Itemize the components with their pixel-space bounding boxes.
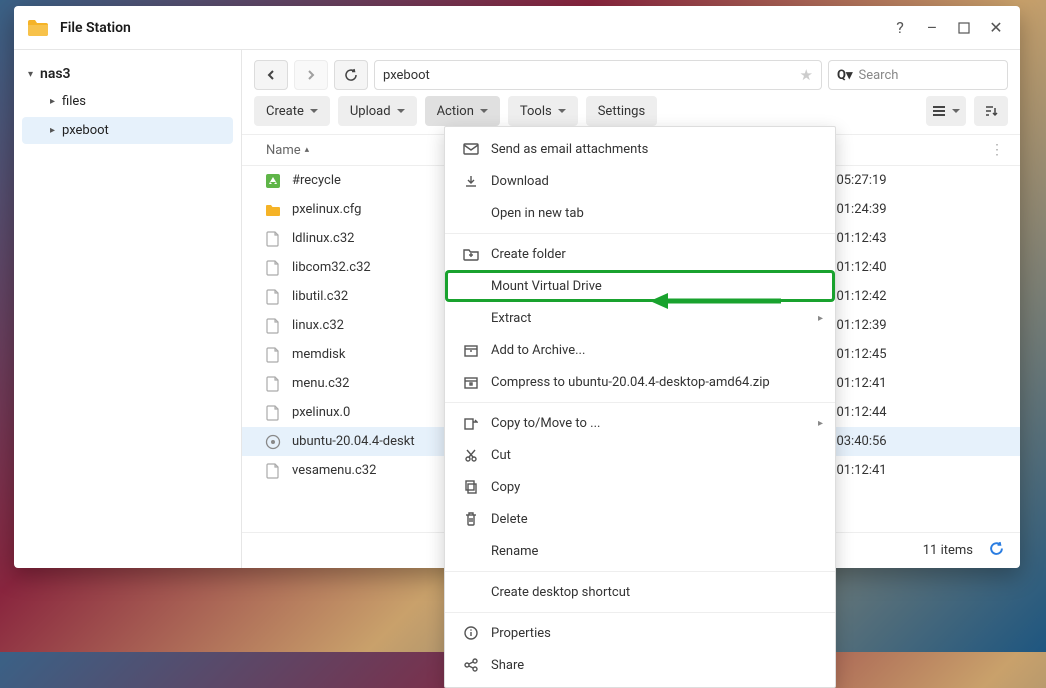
submenu-caret-icon: ▸ — [818, 418, 823, 429]
tree-root[interactable]: ▾ nas3 — [22, 62, 233, 86]
file-icon — [264, 462, 282, 480]
cut-icon — [461, 448, 481, 462]
menu-separator — [445, 612, 835, 613]
file-icon — [264, 346, 282, 364]
sort-button[interactable] — [974, 96, 1008, 126]
submenu-caret-icon: ▸ — [818, 313, 823, 324]
close-button[interactable]: ✕ — [984, 16, 1008, 40]
menu-separator — [445, 402, 835, 403]
search-icon: Q▾ — [837, 68, 853, 83]
chevron-left-icon — [266, 70, 276, 80]
delete-icon — [461, 512, 481, 526]
item-count-label: 11 items — [923, 543, 973, 558]
file-icon — [264, 288, 282, 306]
menu-item-share[interactable]: Share — [445, 649, 835, 681]
file-icon — [264, 404, 282, 422]
menu-item-send-as-email-attachments[interactable]: Send as email attachments — [445, 133, 835, 165]
upload-menu-button[interactable]: Upload — [338, 96, 417, 126]
menu-separator — [445, 233, 835, 234]
action-context-menu: Send as email attachmentsDownloadOpen in… — [444, 126, 836, 688]
caret-right-icon: ▸ — [50, 125, 62, 136]
copymove-icon — [461, 416, 481, 430]
caret-down-icon — [480, 109, 488, 113]
recycle-icon — [264, 172, 282, 190]
file-icon — [264, 317, 282, 335]
caret-down-icon — [558, 109, 566, 113]
mail-icon — [461, 143, 481, 155]
menu-item-download[interactable]: Download — [445, 165, 835, 197]
copy-icon — [461, 480, 481, 494]
help-button[interactable]: ? — [888, 16, 912, 40]
favorite-star-icon[interactable]: ★ — [800, 66, 813, 84]
action-menu-button[interactable]: Action — [425, 96, 500, 126]
settings-button[interactable]: Settings — [586, 96, 657, 126]
menu-item-copy[interactable]: Copy — [445, 471, 835, 503]
menu-item-delete[interactable]: Delete — [445, 503, 835, 535]
menu-item-compress-to-ubuntu-20-04-4-desktop-amd64-zip[interactable]: Compress to ubuntu-20.04.4-desktop-amd64… — [445, 366, 835, 398]
minimize-button[interactable]: – — [920, 16, 944, 40]
caret-right-icon: ▸ — [50, 96, 62, 107]
sidebar: ▾ nas3 ▸files▸pxeboot — [14, 50, 242, 568]
nav-back-button[interactable] — [254, 60, 288, 90]
menu-item-cut[interactable]: Cut — [445, 439, 835, 471]
refresh-icon — [989, 541, 1004, 556]
footer-refresh-button[interactable] — [989, 541, 1004, 560]
maximize-button[interactable] — [952, 16, 976, 40]
folder-icon — [264, 201, 282, 219]
app-title: File Station — [60, 20, 131, 36]
info-icon — [461, 626, 481, 640]
nav-forward-button[interactable] — [294, 60, 328, 90]
create-menu-button[interactable]: Create — [254, 96, 330, 126]
titlebar: File Station ? – ✕ — [14, 6, 1020, 50]
list-view-icon — [932, 105, 946, 117]
sort-ascending-icon: ▴ — [305, 145, 310, 155]
menu-separator — [445, 571, 835, 572]
menu-item-extract[interactable]: Extract▸ — [445, 302, 835, 334]
iso-icon — [264, 433, 282, 451]
caret-down-icon — [397, 109, 405, 113]
download-icon — [461, 174, 481, 188]
refresh-icon — [344, 68, 358, 82]
file-icon — [264, 259, 282, 277]
menu-item-add-to-archive[interactable]: Add to Archive... — [445, 334, 835, 366]
menu-item-copy-to-move-to[interactable]: Copy to/Move to ...▸ — [445, 407, 835, 439]
menu-item-create-folder[interactable]: Create folder — [445, 238, 835, 270]
archive-icon — [461, 343, 481, 357]
refresh-button[interactable] — [334, 60, 368, 90]
menu-item-create-desktop-shortcut[interactable]: Create desktop shortcut — [445, 576, 835, 608]
chevron-right-icon — [306, 70, 316, 80]
menu-item-mount-virtual-drive[interactable]: Mount Virtual Drive — [445, 270, 835, 302]
tools-menu-button[interactable]: Tools — [508, 96, 578, 126]
file-icon — [264, 230, 282, 248]
app-icon — [26, 16, 50, 40]
path-input[interactable]: pxeboot ★ — [374, 60, 822, 90]
sidebar-item-pxeboot[interactable]: ▸pxeboot — [22, 117, 233, 144]
column-options-button[interactable]: ⋮ — [990, 142, 1004, 158]
compress-icon — [461, 375, 481, 389]
menu-item-rename[interactable]: Rename — [445, 535, 835, 567]
sort-icon — [984, 104, 998, 118]
share-icon — [461, 658, 481, 672]
search-input[interactable]: Q▾ Search — [828, 60, 1008, 90]
menu-item-properties[interactable]: Properties — [445, 617, 835, 649]
caret-down-icon: ▾ — [28, 69, 40, 80]
file-icon — [264, 375, 282, 393]
view-mode-button[interactable] — [926, 96, 966, 126]
sidebar-item-files[interactable]: ▸files — [22, 88, 233, 115]
menu-item-open-in-new-tab[interactable]: Open in new tab — [445, 197, 835, 229]
caret-down-icon — [952, 109, 960, 113]
caret-down-icon — [310, 109, 318, 113]
newfolder-icon — [461, 247, 481, 261]
